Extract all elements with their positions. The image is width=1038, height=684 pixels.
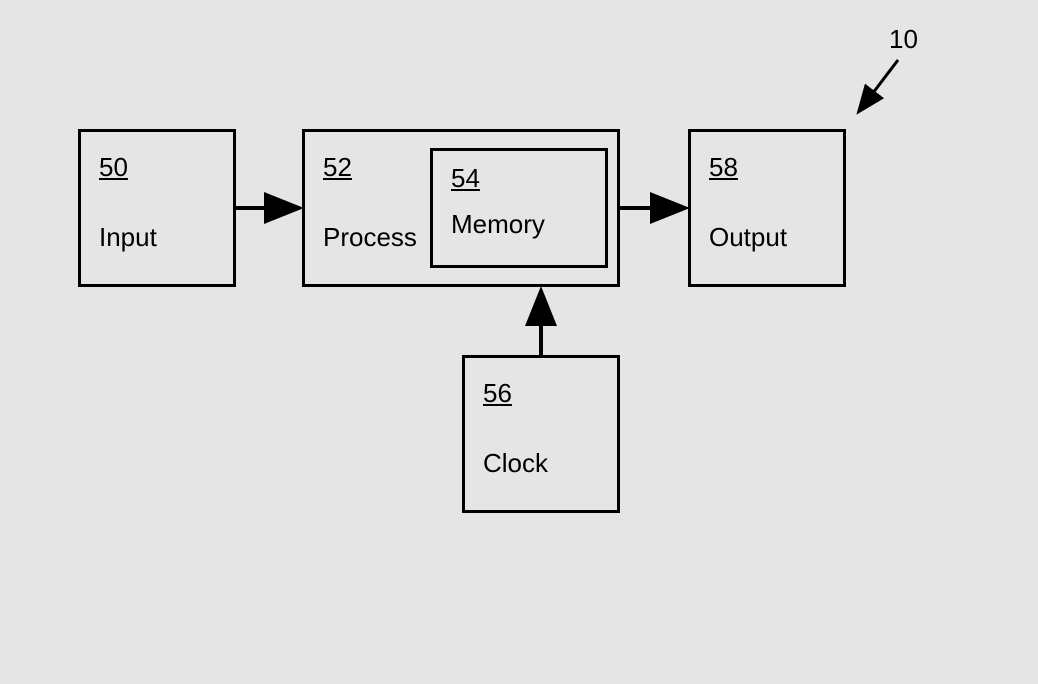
clock-block: 56 Clock (462, 355, 620, 513)
figure-reference: 10 (889, 24, 918, 55)
clock-label: Clock (483, 448, 548, 479)
memory-label: Memory (451, 209, 545, 240)
arrows-layer (0, 0, 1038, 684)
clock-ref-num: 56 (483, 378, 512, 409)
memory-block: 54 Memory (430, 148, 608, 268)
input-label: Input (99, 222, 157, 253)
input-ref-num: 50 (99, 152, 128, 183)
output-label: Output (709, 222, 787, 253)
process-ref-num: 52 (323, 152, 352, 183)
output-block: 58 Output (688, 129, 846, 287)
process-label: Process (323, 222, 417, 253)
input-block: 50 Input (78, 129, 236, 287)
memory-ref-num: 54 (451, 163, 480, 194)
output-ref-num: 58 (709, 152, 738, 183)
arrow-figure-ref (860, 60, 898, 110)
